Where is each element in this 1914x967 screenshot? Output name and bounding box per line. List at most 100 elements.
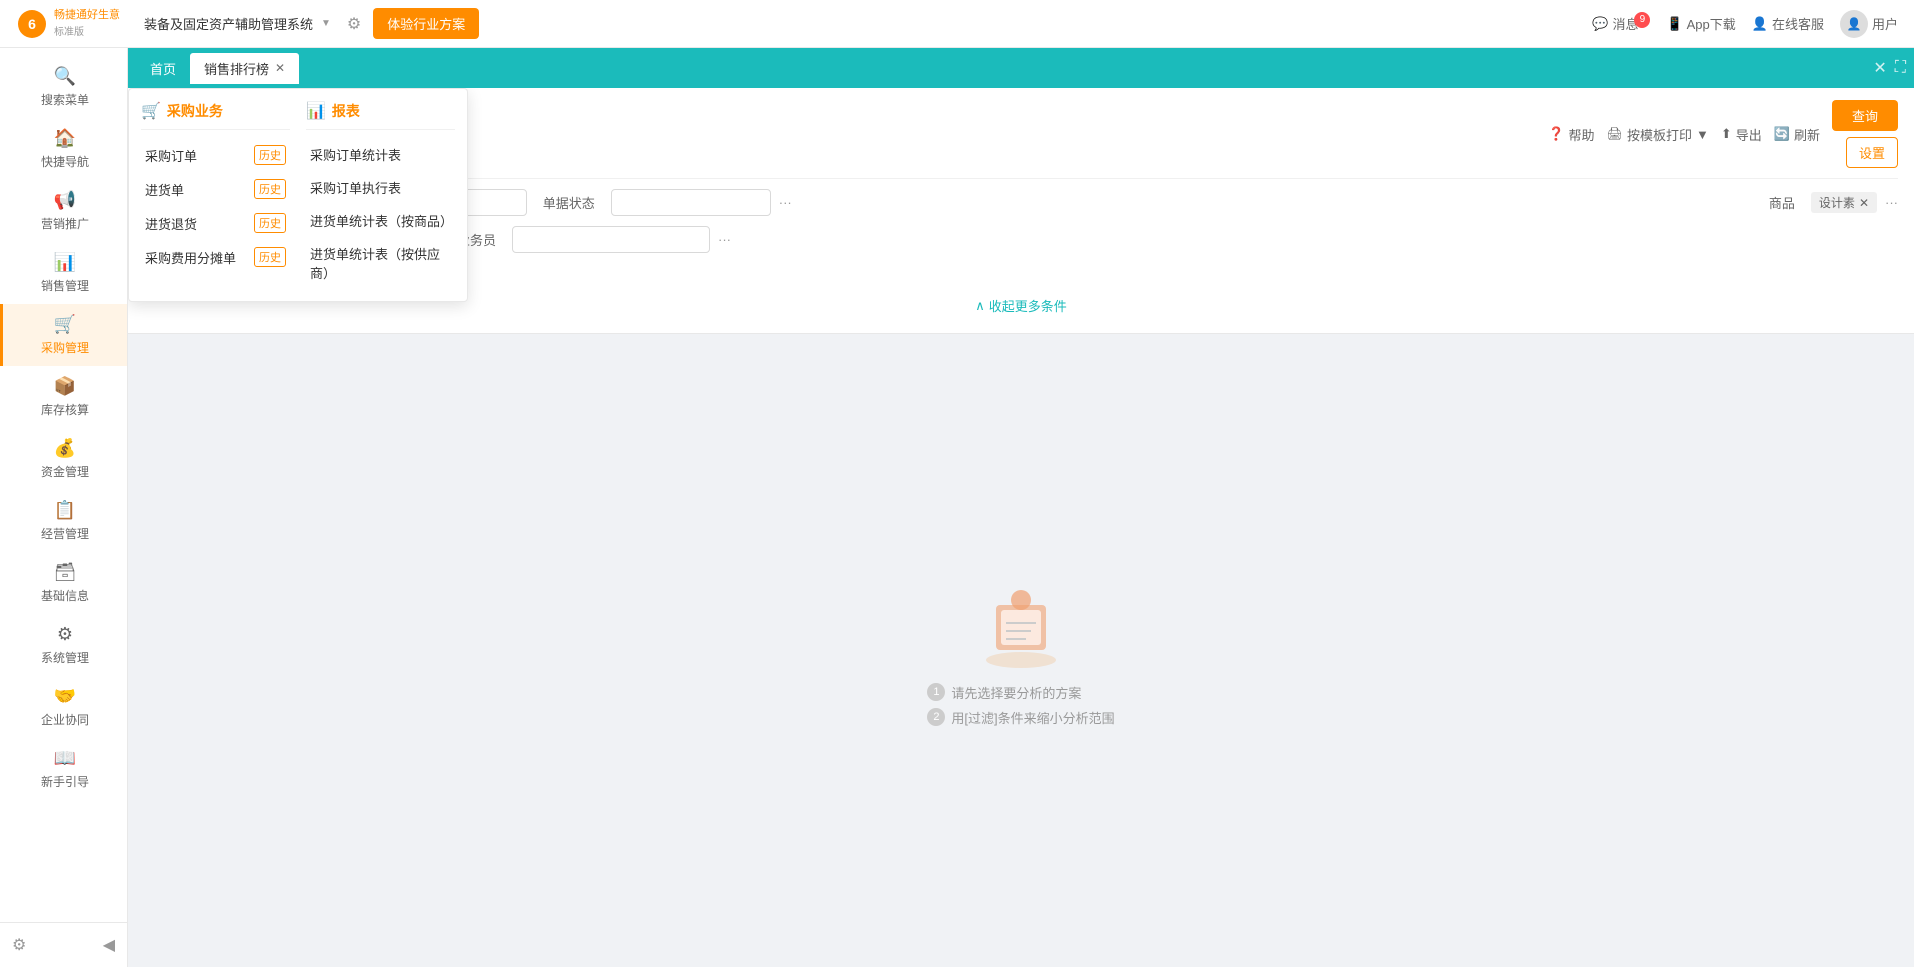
sidebar-label-basic: 基础信息 — [41, 587, 89, 604]
print-label: 按模板打印 — [1627, 125, 1692, 144]
purchase-col-label: 采购业务 — [167, 101, 223, 121]
tab-sales-ranking-label: 销售排行榜 — [204, 59, 269, 78]
sidebar-label-newbie: 新手引导 — [41, 773, 89, 790]
voucher-status-label: 单据状态 — [543, 193, 595, 212]
sidebar-item-finance[interactable]: 💰 资金管理 — [0, 428, 127, 490]
finance-icon: 💰 — [54, 438, 76, 459]
tab-expand-icon[interactable]: ⛶ — [1895, 59, 1906, 77]
voucher-status-select[interactable] — [611, 189, 771, 216]
dropdown-item-po-stats[interactable]: 采购订单统计表 — [306, 138, 455, 171]
sidebar-item-inventory[interactable]: 📦 库存核算 — [0, 366, 127, 428]
refresh-btn[interactable]: 🔄 刷新 — [1774, 125, 1820, 144]
tab-close-icon[interactable]: ✕ — [275, 61, 285, 75]
sidebar-label-system: 系统管理 — [41, 649, 89, 666]
dropdown-item-purchase-expense[interactable]: 采购费用分摊单 历史 — [141, 240, 290, 274]
empty-tip-2: 2 用[过滤]条件来缩小分析范围 — [927, 708, 1114, 727]
purchase-expense-history-badge[interactable]: 历史 — [254, 247, 286, 267]
goods-tag-close[interactable]: ✕ — [1859, 196, 1869, 210]
purchase-order-label: 采购订单 — [145, 146, 197, 165]
query-btn[interactable]: 查询 — [1832, 100, 1898, 131]
sidebar-item-enterprise[interactable]: 🤝 企业协同 — [0, 676, 127, 738]
app-download-item[interactable]: 📱 App下载 — [1666, 14, 1735, 33]
sidebar-settings-btn[interactable]: ⚙ — [12, 935, 26, 955]
goods-dots[interactable]: ··· — [1885, 195, 1898, 210]
print-btn[interactable]: 🖨 按模板打印 ▼ — [1606, 125, 1708, 144]
sidebar-label-purchase: 采购管理 — [41, 339, 89, 356]
sidebar-collapse-btn[interactable]: ◀ — [103, 935, 115, 955]
tab-home[interactable]: 首页 — [136, 53, 190, 84]
print-icon: 🖨 — [1606, 126, 1623, 142]
print-dropdown-arrow[interactable]: ▼ — [1696, 127, 1709, 142]
tab-actions: ✕ ⛶ — [1873, 58, 1906, 78]
search-icon: 🔍 — [54, 66, 76, 87]
sidebar-label-quicknav: 快捷导航 — [41, 153, 89, 170]
purchase-col-icon: 🛒 — [141, 101, 161, 121]
tip-num-1: 1 — [927, 683, 945, 701]
dropdown-item-purchase-order[interactable]: 采购订单 历史 — [141, 138, 290, 172]
online-service-item[interactable]: 👤 在线客服 — [1752, 14, 1824, 33]
inventory-icon: 📦 — [54, 376, 76, 397]
salesperson-dots[interactable]: ··· — [718, 232, 731, 247]
tab-bar: 首页 销售排行榜 ✕ ✕ ⛶ — [128, 48, 1914, 88]
notification-item[interactable]: 💬 消息 9 — [1592, 14, 1650, 33]
sidebar-item-newbie[interactable]: 📖 新手引导 — [0, 738, 127, 800]
dropdown-item-goods-return[interactable]: 进货退货 历史 — [141, 206, 290, 240]
export-btn[interactable]: ⬆ 导出 — [1721, 125, 1762, 144]
help-icon: ❓ — [1548, 126, 1564, 142]
refresh-icon: 🔄 — [1774, 126, 1790, 142]
notification-badge: 9 — [1634, 12, 1650, 28]
sidebar-item-purchase[interactable]: 🛒 采购管理 — [0, 304, 127, 366]
sidebar-item-system[interactable]: ⚙ 系统管理 — [0, 614, 127, 676]
goods-tag: 设计素 ✕ — [1811, 192, 1877, 213]
sidebar-label-search: 搜索菜单 — [41, 91, 89, 108]
user-avatar: 👤 — [1840, 10, 1868, 38]
basic-icon: 🗃 — [54, 562, 77, 583]
sidebar-item-operations[interactable]: 📋 经营管理 — [0, 490, 127, 552]
purchase-col-title: 🛒 采购业务 — [141, 101, 290, 130]
empty-tip-1: 1 请先选择要分析的方案 — [927, 683, 1114, 702]
notification-icon: 💬 — [1592, 16, 1608, 32]
collapse-label: 收起更多条件 — [989, 296, 1067, 315]
sidebar-menu: 🔍 搜索菜单 🏠 快捷导航 📢 营销推广 📊 销售管理 🛒 采购管 — [0, 48, 127, 922]
sidebar-item-quicknav[interactable]: 🏠 快捷导航 — [0, 118, 127, 180]
sidebar-item-search[interactable]: 🔍 搜索菜单 — [0, 56, 127, 118]
report-col-icon: 📊 — [306, 101, 326, 121]
sidebar-item-sales[interactable]: 📊 销售管理 — [0, 242, 127, 304]
sidebar-item-basic[interactable]: 🗃 基础信息 — [0, 552, 127, 614]
sidebar-label-marketing: 营销推广 — [41, 215, 89, 232]
goods-receipt-label: 进货单 — [145, 180, 184, 199]
purchase-expense-label: 采购费用分摊单 — [145, 248, 236, 267]
dropdown-item-gr-stats-supplier[interactable]: 进货单统计表（按供应商） — [306, 237, 455, 289]
goods-receipt-history-badge[interactable]: 历史 — [254, 179, 286, 199]
help-btn[interactable]: ❓ 帮助 — [1548, 125, 1594, 144]
sidebar-item-marketing[interactable]: 📢 营销推广 — [0, 180, 127, 242]
user-item[interactable]: 👤 用户 — [1840, 10, 1898, 38]
enterprise-icon: 🤝 — [54, 686, 76, 707]
system-settings-icon[interactable]: ⚙ — [347, 14, 361, 34]
query-settings-group: 查询 设置 — [1832, 100, 1898, 168]
purchase-icon: 🛒 — [54, 314, 76, 335]
online-service-label: 在线客服 — [1772, 14, 1824, 33]
salesperson-input[interactable] — [512, 226, 710, 253]
dropdown-item-po-exec[interactable]: 采购订单执行表 — [306, 171, 455, 204]
tip-text-2: 用[过滤]条件来缩小分析范围 — [951, 708, 1114, 727]
dropdown-item-gr-stats-goods[interactable]: 进货单统计表（按商品） — [306, 204, 455, 237]
logo-title: 畅捷通好生意 — [54, 9, 120, 22]
voucher-status-dots[interactable]: ··· — [779, 195, 792, 210]
page-content: ❓ 帮助 🖨 按模板打印 ▼ ⬆ 导出 — [128, 88, 1914, 967]
setting-btn[interactable]: 设置 — [1846, 137, 1898, 168]
export-icon: ⬆ — [1721, 126, 1732, 142]
tab-home-label: 首页 — [150, 59, 176, 78]
logo-area: 6 畅捷通好生意 标准版 — [16, 8, 144, 40]
phone-icon: 📱 — [1666, 16, 1682, 32]
tab-close-window-icon[interactable]: ✕ — [1873, 58, 1886, 78]
system-title-area: 装备及固定资产辅助管理系统 ▼ ⚙ — [144, 14, 361, 34]
industry-btn[interactable]: 体验行业方案 — [373, 8, 479, 39]
dropdown-item-goods-receipt[interactable]: 进货单 历史 — [141, 172, 290, 206]
tab-sales-ranking[interactable]: 销售排行榜 ✕ — [190, 53, 299, 84]
newbie-icon: 📖 — [54, 748, 76, 769]
purchase-order-history-badge[interactable]: 历史 — [254, 145, 286, 165]
collapse-chevron-icon: ∧ — [975, 298, 985, 314]
system-dropdown-arrow[interactable]: ▼ — [321, 18, 331, 29]
goods-return-history-badge[interactable]: 历史 — [254, 213, 286, 233]
